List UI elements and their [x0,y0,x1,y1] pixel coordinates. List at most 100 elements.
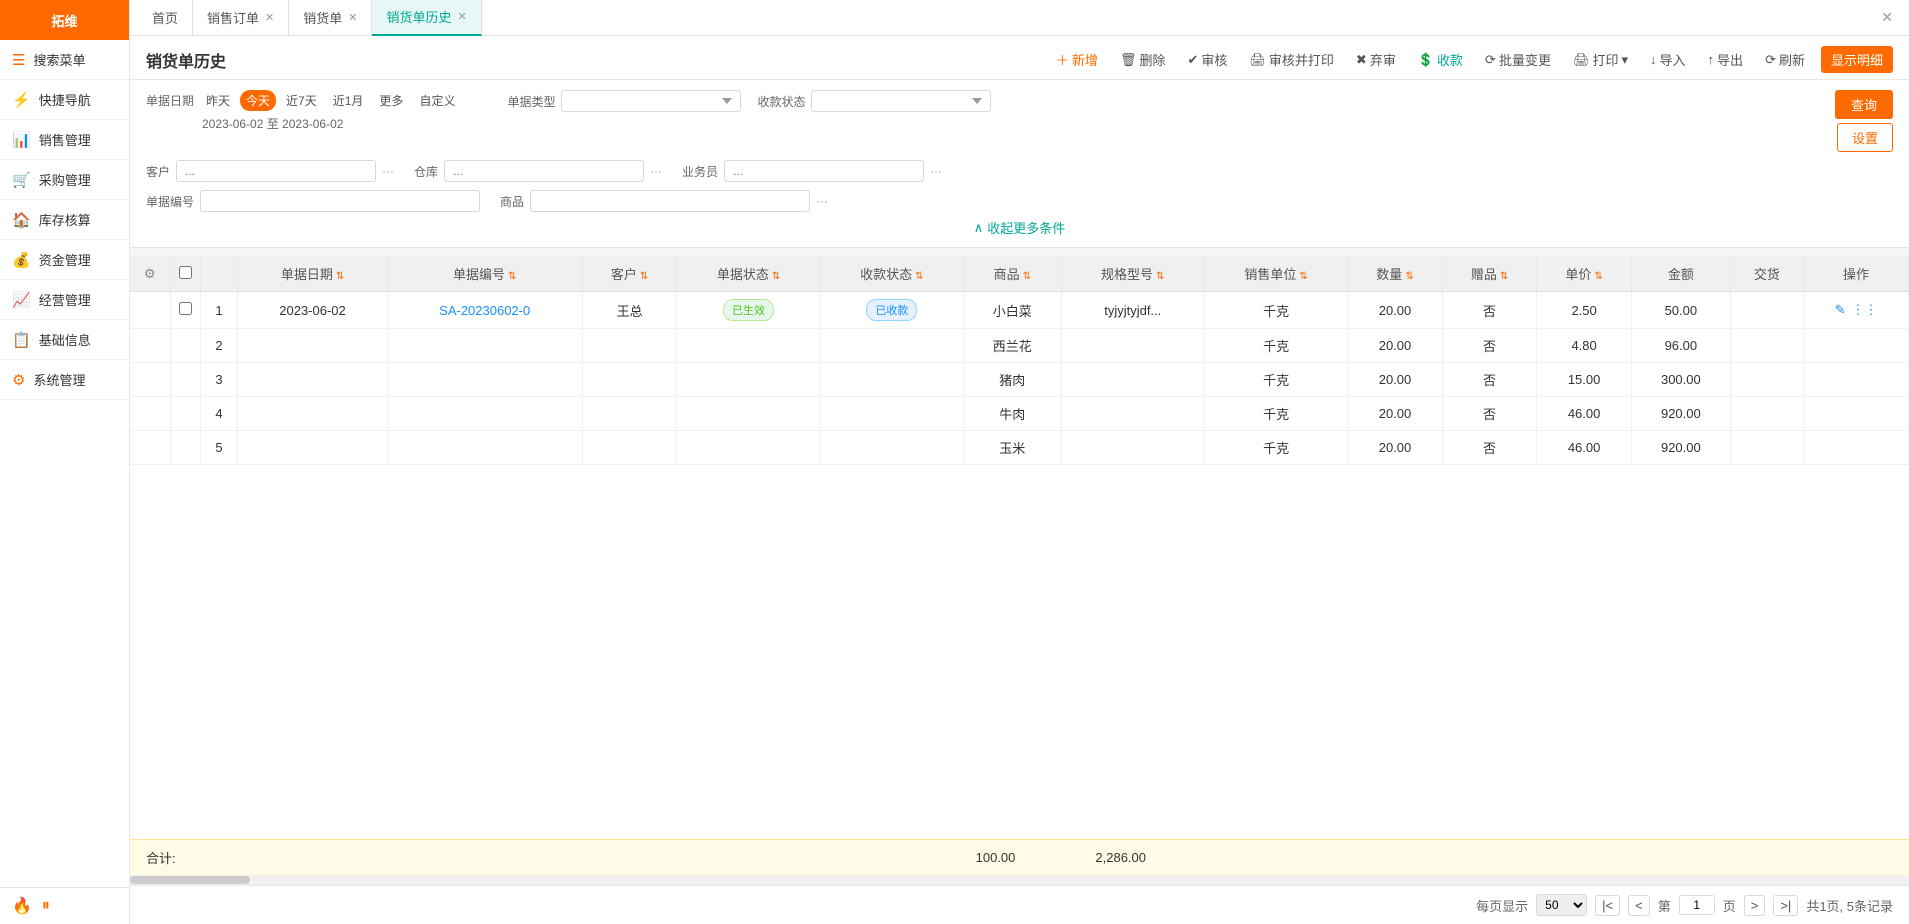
th-goods[interactable]: 商品⇅ [964,256,1062,292]
tab-home[interactable]: 首页 [138,0,193,36]
cell-deal [1730,431,1803,465]
display-detail-button[interactable]: 显示明细 [1821,46,1893,73]
customer-ellipsis[interactable]: ··· [382,164,394,178]
cell-pay-status: 已收款 [820,292,963,329]
sidebar-item-basic-info[interactable]: 📋 基础信息 [0,320,129,360]
staff-input[interactable] [724,160,924,182]
page-input[interactable] [1679,895,1715,915]
export-button[interactable]: ↑ 导出 [1702,47,1750,72]
collapse-button[interactable]: ∧ 收起更多条件 [146,218,1893,237]
th-qty[interactable]: 数量⇅ [1348,256,1443,292]
sidebar-item-quick-nav[interactable]: ⚡ 快捷导航 [0,80,129,120]
sidebar-item-sales-mgmt[interactable]: 📊 销售管理 [0,120,129,160]
date-btn-more[interactable]: 更多 [373,90,409,111]
sidebar-item-finance[interactable]: 💰 资金管理 [0,240,129,280]
tabs-bar: 首页 销售订单 ✕ 销货单 ✕ 销货单历史 ✕ ✕ [130,0,1909,36]
th-unit[interactable]: 销售单位⇅ [1204,256,1347,292]
batch-change-icon: ⟳ [1485,52,1496,68]
type-select[interactable] [561,90,741,112]
sidebar-item-inventory[interactable]: 🏠 库存核算 [0,200,129,240]
warehouse-input[interactable] [444,160,644,182]
sidebar-item-label: 销售管理 [39,130,91,149]
page-content: 销货单历史 ＋ 新增 🗑 删除 ✔ 审核 🖨 审核并打印 [130,36,1909,924]
close-sales-history-icon[interactable]: ✕ [458,10,467,23]
print-button[interactable]: 🖨 打印 ▾ [1567,47,1634,72]
sidebar-item-operations[interactable]: 📈 经营管理 [0,280,129,320]
tab-sales-order[interactable]: 销售订单 ✕ [193,0,289,36]
cell-action [1804,329,1909,363]
fire-icon[interactable]: 🔥 [12,896,32,916]
cell-amount: 920.00 [1631,397,1730,431]
th-price[interactable]: 单价⇅ [1537,256,1632,292]
table-row: 12023-06-02SA-20230602-0王总已生效已收款小白菜tyjyj… [130,292,1909,329]
batch-change-button[interactable]: ⟳ 批量变更 [1479,47,1557,72]
th-spec[interactable]: 规格型号⇅ [1061,256,1204,292]
order-no-link[interactable]: SA-20230602-0 [439,303,530,318]
audit-button[interactable]: ✔ 审核 [1181,47,1233,72]
close-sales-order-icon[interactable]: ✕ [265,11,274,24]
status-select[interactable] [811,90,991,112]
settings-icon[interactable]: ⚙ [144,266,156,281]
abandon-button[interactable]: ✖ 弃审 [1350,47,1402,72]
date-btn-today[interactable]: 今天 [240,90,276,111]
sidebar-item-search-menu[interactable]: ☰ 搜索菜单 [0,40,129,80]
goods-input[interactable] [530,190,810,212]
th-order-no[interactable]: 单据编号⇅ [387,256,582,292]
delete-icon: 🗑 [1120,52,1137,68]
per-page-select[interactable]: 20 50 100 200 [1536,894,1587,916]
delete-button[interactable]: 🗑 删除 [1114,47,1172,72]
th-customer[interactable]: 客户⇅ [582,256,677,292]
cell-spec [1061,397,1204,431]
last-page-button[interactable]: >| [1773,895,1798,916]
th-gift[interactable]: 赠品⇅ [1442,256,1537,292]
prev-page-button[interactable]: < [1628,895,1650,916]
cell-row-no: 5 [200,431,238,465]
pause-icon[interactable]: ⏸ [42,897,50,915]
sidebar-item-sys-mgmt[interactable]: ⚙ 系统管理 [0,360,129,400]
import-button[interactable]: ↓ 导入 [1644,47,1692,72]
goods-ellipsis[interactable]: ··· [816,194,828,208]
cell-customer [582,363,677,397]
refresh-button[interactable]: ⟳ 刷新 [1759,47,1811,72]
select-all-checkbox[interactable] [179,266,192,279]
edit-action[interactable]: ✎ [1835,302,1846,317]
th-order-status[interactable]: 单据状态⇅ [677,256,820,292]
cell-pay-status [820,397,963,431]
audit-print-button[interactable]: 🖨 审核并打印 [1243,47,1340,72]
date-btn-7days[interactable]: 近7天 [280,90,323,111]
new-button[interactable]: ＋ 新增 [1050,47,1104,72]
date-btn-custom[interactable]: 自定义 [413,90,461,111]
cell-qty: 20.00 [1348,431,1443,465]
date-btn-yesterday[interactable]: 昨天 [200,90,236,111]
date-btn-1month[interactable]: 近1月 [327,90,370,111]
sys-mgmt-icon: ⚙ [12,371,25,389]
cell-unit: 千克 [1204,329,1347,363]
th-settings[interactable]: ⚙ [130,256,170,292]
settings-button[interactable]: 设置 [1837,123,1893,152]
staff-ellipsis[interactable]: ··· [930,164,942,178]
cell-goods: 西兰花 [964,329,1062,363]
cell-checkbox [170,431,200,465]
row-checkbox[interactable] [179,302,192,315]
query-button[interactable]: 查询 [1835,90,1893,119]
th-pay-status[interactable]: 收款状态⇅ [820,256,963,292]
cell-spec [1061,431,1204,465]
cell-order-no[interactable]: SA-20230602-0 [387,292,582,329]
tab-sales-history[interactable]: 销货单历史 ✕ [372,0,481,36]
cell-qty: 20.00 [1348,363,1443,397]
more-action[interactable]: ⋮⋮ [1851,302,1877,317]
customer-input[interactable] [176,160,376,182]
th-date[interactable]: 单据日期⇅ [238,256,387,292]
tab-sales-goods[interactable]: 销货单 ✕ [289,0,372,36]
next-page-button[interactable]: > [1744,895,1766,916]
cell-settings [130,292,170,329]
close-sales-goods-icon[interactable]: ✕ [348,11,357,24]
close-all-tabs[interactable]: ✕ [1873,9,1901,26]
order-no-input[interactable] [200,190,480,212]
sidebar-item-purchase-mgmt[interactable]: 🛒 采购管理 [0,160,129,200]
warehouse-ellipsis[interactable]: ··· [650,164,662,178]
horizontal-scrollbar[interactable] [130,875,1909,885]
scrollbar-thumb[interactable] [130,876,250,884]
collect-button[interactable]: 💲 收款 [1412,47,1469,72]
first-page-button[interactable]: |< [1595,895,1620,916]
